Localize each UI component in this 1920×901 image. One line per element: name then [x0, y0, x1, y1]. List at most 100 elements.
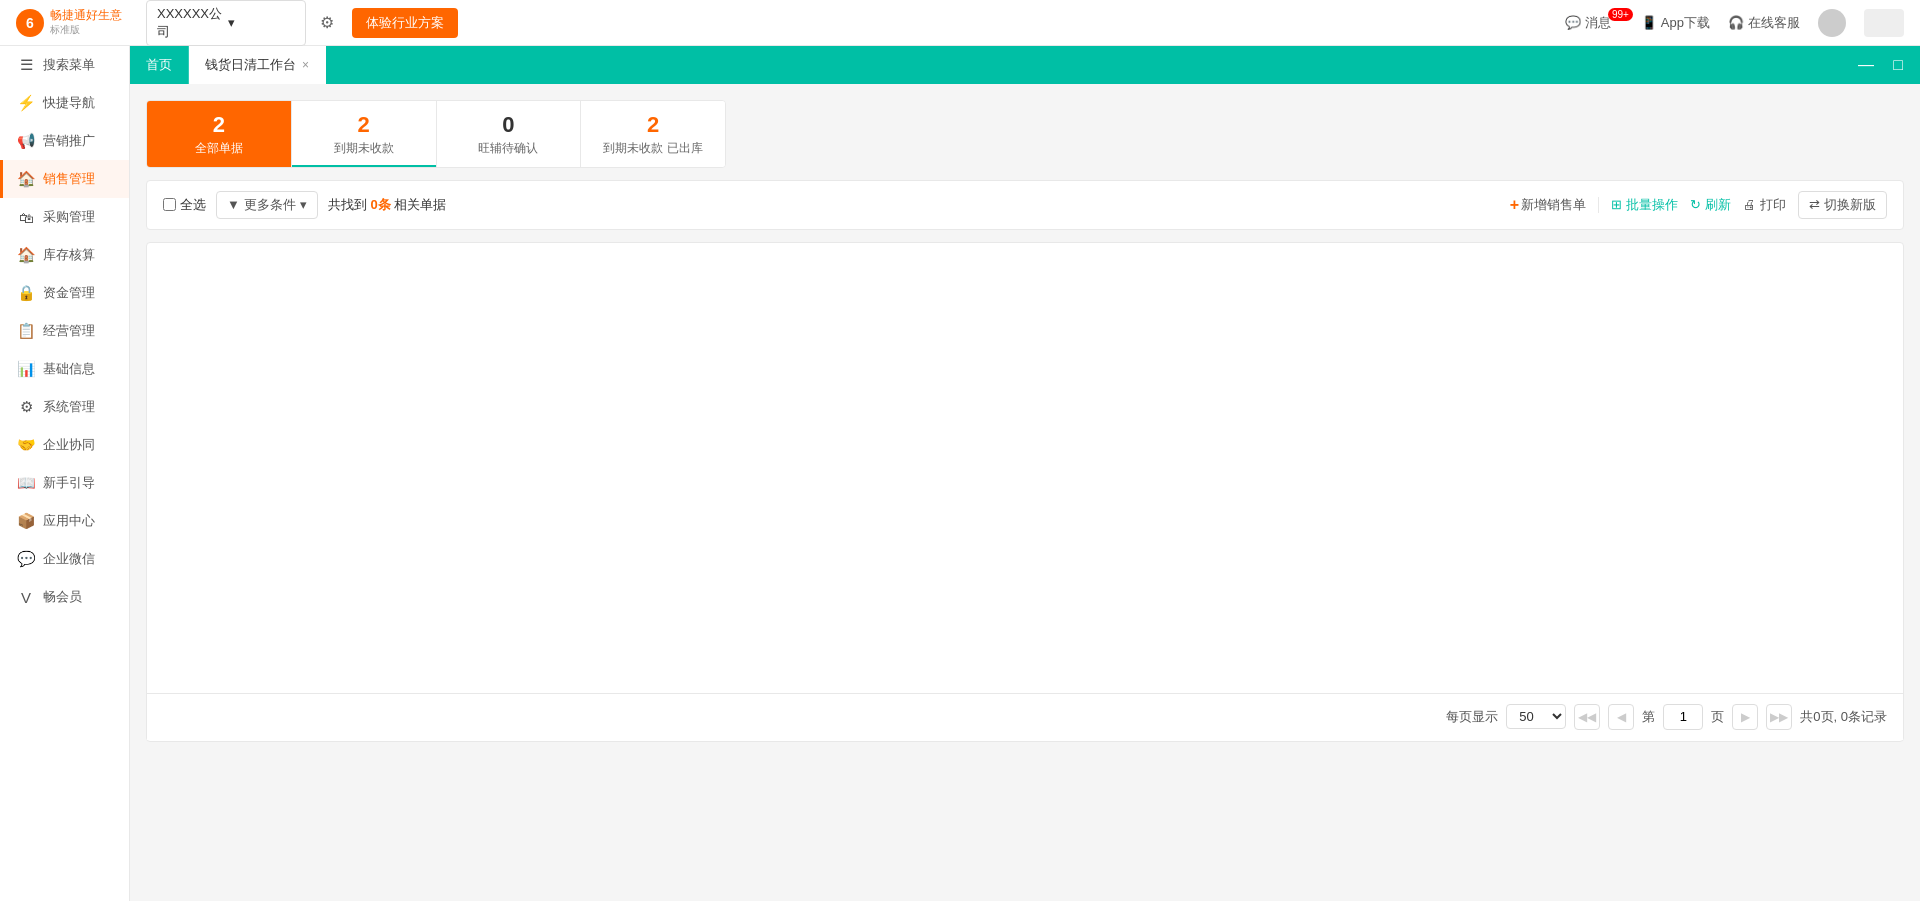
print-icon: 🖨: [1743, 197, 1756, 212]
stats-tabs: 2 全部单据 2 到期未收款 0 旺辅待确认 2 到期未收款 已出库: [146, 100, 726, 168]
result-text: 共找到 0条 相关单据: [328, 196, 446, 214]
switch-version-button[interactable]: ⇄ 切换新版: [1798, 191, 1887, 219]
tab-maximize-icon[interactable]: □: [1886, 53, 1910, 77]
sidebar-item-inventory[interactable]: 🏠 库存核算: [0, 236, 129, 274]
tab-daily-work[interactable]: 钱货日清工作台 ×: [189, 46, 326, 84]
cooperation-icon: 🤝: [17, 436, 35, 454]
trial-button[interactable]: 体验行业方案: [352, 8, 458, 38]
sidebar-item-purchase[interactable]: 🛍 采购管理: [0, 198, 129, 236]
capital-icon: 🔒: [17, 284, 35, 302]
stat-tab-pending[interactable]: 0 旺辅待确认: [437, 101, 582, 167]
system-icon: ⚙: [17, 398, 35, 416]
app-download-button[interactable]: 📱 App下载: [1641, 14, 1710, 32]
sidebar-item-wechat[interactable]: 💬 企业微信: [0, 540, 129, 578]
sidebar-item-system[interactable]: ⚙ 系统管理: [0, 388, 129, 426]
sidebar-item-member[interactable]: V 畅会员: [0, 578, 129, 616]
tab-bar: 首页 钱货日清工作台 × — □: [130, 46, 1920, 84]
first-page-button[interactable]: ◀◀: [1574, 704, 1600, 730]
table-area: 每页显示 50 100 200 ◀◀ ◀ 第 页 ▶ ▶▶ 共0页, 0条记录: [146, 242, 1904, 742]
add-sale-button[interactable]: + 新增销售单: [1510, 196, 1586, 214]
per-page-label: 每页显示: [1446, 708, 1498, 726]
tab-close-icon[interactable]: ×: [302, 58, 309, 72]
stat-label-pending: 旺辅待确认: [453, 140, 565, 157]
stat-tab-all[interactable]: 2 全部单据: [147, 101, 292, 167]
batch-operation-button[interactable]: ⊞ 批量操作: [1611, 196, 1678, 214]
mobile-icon: 📱: [1641, 15, 1657, 30]
select-all-checkbox[interactable]: 全选: [163, 196, 206, 214]
page-prefix: 第: [1642, 708, 1655, 726]
sidebar-item-label: 应用中心: [43, 512, 95, 530]
pagination: 每页显示 50 100 200 ◀◀ ◀ 第 页 ▶ ▶▶ 共0页, 0条记录: [147, 693, 1903, 740]
result-count: 0条: [371, 197, 391, 212]
sidebar-item-capital[interactable]: 🔒 资金管理: [0, 274, 129, 312]
stat-num-overdue-out: 2: [597, 111, 709, 140]
sidebar-item-operations[interactable]: 📋 经营管理: [0, 312, 129, 350]
refresh-button[interactable]: ↻ 刷新: [1690, 196, 1731, 214]
messages-button[interactable]: 💬 消息 99+: [1565, 14, 1623, 32]
sidebar-item-label: 企业微信: [43, 550, 95, 568]
main-content: 2 全部单据 2 到期未收款 0 旺辅待确认 2 到期未收款 已出库 全选 ▼ …: [130, 84, 1920, 901]
sidebar-item-guide[interactable]: 📖 新手引导: [0, 464, 129, 502]
stat-label-overdue-out: 到期未收款 已出库: [597, 140, 709, 157]
sidebar-item-label: 库存核算: [43, 246, 95, 264]
sidebar-item-label: 经营管理: [43, 322, 95, 340]
wechat-icon: 💬: [17, 550, 35, 568]
tab-minimize-icon[interactable]: —: [1854, 53, 1878, 77]
avatar[interactable]: [1818, 9, 1846, 37]
purchase-icon: 🛍: [17, 209, 35, 226]
next-page-button[interactable]: ▶: [1732, 704, 1758, 730]
logo-text: 畅捷通好生意: [50, 8, 122, 24]
header-right: 💬 消息 99+ 📱 App下载 🎧 在线客服: [1565, 9, 1904, 37]
headset-icon: 🎧: [1728, 15, 1744, 30]
sidebar-item-label: 系统管理: [43, 398, 95, 416]
basics-icon: 📊: [17, 360, 35, 378]
sidebar-item-label: 快捷导航: [43, 94, 95, 112]
sidebar-item-apps[interactable]: 📦 应用中心: [0, 502, 129, 540]
stat-label-all: 全部单据: [163, 140, 275, 157]
sidebar-item-cooperation[interactable]: 🤝 企业协同: [0, 426, 129, 464]
chevron-down-icon: ▾: [300, 197, 307, 212]
sales-icon: 🏠: [17, 170, 35, 188]
logo-area: 6 畅捷通好生意 标准版: [16, 8, 146, 38]
stat-tab-overdue[interactable]: 2 到期未收款: [292, 101, 437, 167]
inventory-icon: 🏠: [17, 246, 35, 264]
select-all-input[interactable]: [163, 198, 176, 211]
page-suffix: 页: [1711, 708, 1724, 726]
sidebar-item-label: 采购管理: [43, 208, 95, 226]
tab-home[interactable]: 首页: [130, 46, 189, 84]
messages-badge: 99+: [1608, 8, 1633, 21]
print-button[interactable]: 🖨 打印: [1743, 196, 1786, 214]
stat-num-overdue: 2: [308, 111, 420, 140]
toolbar: 全选 ▼ 更多条件 ▾ 共找到 0条 相关单据 + 新增销售单 ⊞ 批量操作: [146, 180, 1904, 230]
sidebar-item-quick-nav[interactable]: ⚡ 快捷导航: [0, 84, 129, 122]
sidebar-item-label: 新手引导: [43, 474, 95, 492]
sidebar-item-label: 搜索菜单: [43, 56, 95, 74]
refresh-icon: ↻: [1690, 197, 1701, 212]
sidebar-item-label: 资金管理: [43, 284, 95, 302]
toolbar-right: + 新增销售单 ⊞ 批量操作 ↻ 刷新 🖨 打印 ⇄ 切换新版: [1510, 191, 1887, 219]
online-service-button[interactable]: 🎧 在线客服: [1728, 14, 1800, 32]
stat-tab-overdue-out[interactable]: 2 到期未收款 已出库: [581, 101, 725, 167]
per-page-select[interactable]: 50 100 200: [1506, 704, 1566, 729]
sidebar-item-label: 企业协同: [43, 436, 95, 454]
quick-nav-icon: ⚡: [17, 94, 35, 112]
prev-page-button[interactable]: ◀: [1608, 704, 1634, 730]
last-page-button[interactable]: ▶▶: [1766, 704, 1792, 730]
sidebar-item-search-menu[interactable]: ☰ 搜索菜单: [0, 46, 129, 84]
company-select[interactable]: XXXXXX公司 ▾: [146, 0, 306, 46]
sidebar-item-sales[interactable]: 🏠 销售管理: [0, 160, 129, 198]
filter-button[interactable]: ▼ 更多条件 ▾: [216, 191, 318, 219]
page-input[interactable]: [1663, 704, 1703, 730]
sidebar-item-basics[interactable]: 📊 基础信息: [0, 350, 129, 388]
apps-icon: 📦: [17, 512, 35, 530]
operations-icon: 📋: [17, 322, 35, 340]
tab-actions: — □: [1854, 53, 1920, 77]
toolbar-left: 全选 ▼ 更多条件 ▾ 共找到 0条 相关单据: [163, 191, 1500, 219]
empty-state: [147, 243, 1903, 693]
user-name-display[interactable]: [1864, 9, 1904, 37]
stat-num-pending: 0: [453, 111, 565, 140]
switch-icon: ⇄: [1809, 197, 1820, 212]
sidebar-item-marketing[interactable]: 📢 营销推广: [0, 122, 129, 160]
logo-sub: 标准版: [50, 23, 122, 37]
settings-icon[interactable]: ⚙: [312, 8, 342, 38]
